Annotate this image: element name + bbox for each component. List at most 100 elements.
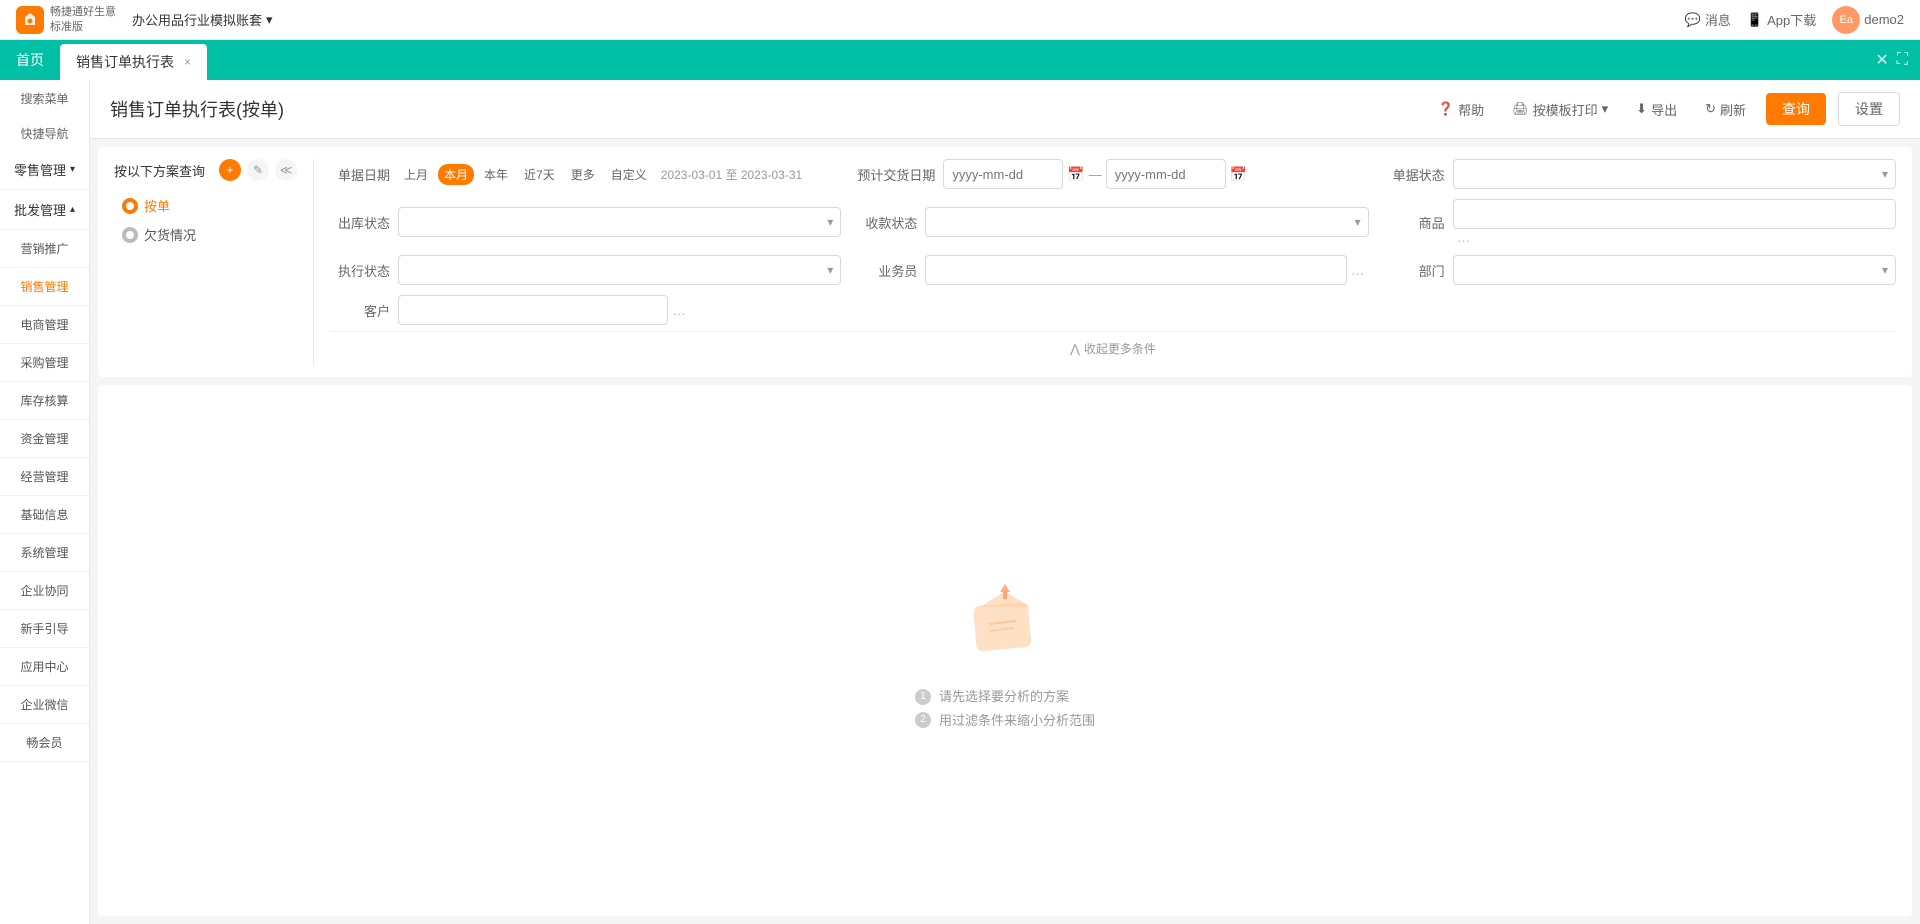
edit-icon: ✎ xyxy=(253,163,263,177)
filter-order-status-field: 单据状态 xyxy=(1385,159,1896,189)
export-label: 导出 xyxy=(1651,100,1677,119)
page-title: 销售订单执行表(按单) xyxy=(110,96,284,122)
sidebar-item-retail-mgmt[interactable]: 零售管理 ▾ xyxy=(0,150,89,190)
settings-btn[interactable]: 设置 xyxy=(1838,92,1900,126)
expected-delivery-to-input[interactable] xyxy=(1106,159,1226,189)
company-name: 办公用品行业模拟账套 xyxy=(132,10,262,29)
collapse-label: 收起更多条件 xyxy=(1084,340,1156,357)
edit-scheme-btn[interactable]: ✎ xyxy=(247,159,269,181)
customer-more-icon[interactable]: … xyxy=(668,302,690,318)
customer-input[interactable] xyxy=(398,295,668,325)
delivery-status-select-wrap xyxy=(398,207,841,237)
calendar-to-icon: 📅 xyxy=(1230,166,1247,183)
sidebar-item-wholesale-mgmt[interactable]: 批发管理 ▴ xyxy=(0,190,89,230)
sidebar-item-enterprise[interactable]: 企业协同 xyxy=(0,572,89,610)
export-btn[interactable]: ⬇ 导出 xyxy=(1628,96,1685,123)
tab-home[interactable]: 首页 xyxy=(0,40,60,80)
filter-rows: 单据日期 上月 本月 本年 近7天 更多 自定义 2023-03-01 至 20… xyxy=(330,159,1896,325)
scheme-item-debt[interactable]: 欠货情况 xyxy=(114,220,297,249)
search-btn[interactable]: 查询 xyxy=(1766,93,1826,125)
salesperson-more-icon[interactable]: … xyxy=(1347,262,1369,278)
chevron-down-icon: ▾ xyxy=(266,12,273,28)
collection-status-select[interactable] xyxy=(925,207,1368,237)
sidebar-item-inventory[interactable]: 库存核算 xyxy=(0,382,89,420)
filter-row-2: 出库状态 收款状态 xyxy=(330,199,1896,245)
filter-scheme-panel: 按以下方案查询 + ✎ ≪ xyxy=(114,159,314,365)
messages-label: 消息 xyxy=(1705,10,1731,29)
delivery-status-label: 出库状态 xyxy=(330,213,390,232)
collection-status-select-wrap xyxy=(925,207,1368,237)
filter-delivery-status-field: 出库状态 xyxy=(330,207,841,237)
arrow-left-icon: ≪ xyxy=(280,163,293,177)
goods-label: 商品 xyxy=(1385,213,1445,232)
execution-status-select[interactable] xyxy=(398,255,841,285)
purchase-label: 采购管理 xyxy=(20,356,68,370)
filter-collection-status-field: 收款状态 xyxy=(857,207,1368,237)
sidebar-item-finance[interactable]: 资金管理 xyxy=(0,420,89,458)
top-bar-right: 💬 消息 📱 App下载 Ea demo2 xyxy=(1685,6,1904,34)
sidebar-item-operations[interactable]: 经营管理 xyxy=(0,458,89,496)
refresh-label: 刷新 xyxy=(1720,100,1746,119)
sidebar-item-basic-info[interactable]: 基础信息 xyxy=(0,496,89,534)
page-actions: ❓ 帮助 🖨 按模板打印 ▾ ⬇ 导出 ↻ 刷新 查询 设置 xyxy=(1430,92,1900,126)
dept-select[interactable] xyxy=(1453,255,1896,285)
app-download-btn[interactable]: 📱 App下载 xyxy=(1747,10,1816,29)
logo-box: 畅捷通好生意 标准版 xyxy=(16,5,116,34)
operations-label: 经营管理 xyxy=(20,470,68,484)
date-field-label: 单据日期 xyxy=(330,165,390,184)
messages-btn[interactable]: 💬 消息 xyxy=(1685,10,1731,29)
tab-close-icon[interactable]: × xyxy=(184,55,191,69)
shortcut-this-month[interactable]: 本月 xyxy=(438,164,474,185)
sidebar-item-search-menu[interactable]: 搜索菜单 xyxy=(0,80,89,117)
minimize-icon[interactable]: ✕ xyxy=(1875,50,1888,70)
collapse-bar[interactable]: ⋀ 收起更多条件 xyxy=(330,331,1896,365)
help-btn[interactable]: ❓ 帮助 xyxy=(1430,96,1492,123)
user-profile-btn[interactable]: Ea demo2 xyxy=(1832,6,1904,34)
sidebar-item-app-center[interactable]: 应用中心 xyxy=(0,648,89,686)
sidebar-item-purchase[interactable]: 采购管理 xyxy=(0,344,89,382)
main-layout: 搜索菜单 快捷导航 零售管理 ▾ 批发管理 ▴ 营销推广 销售管理 电商管理 采… xyxy=(0,80,1920,924)
sidebar-item-quick-nav[interactable]: 快捷导航 xyxy=(0,117,89,150)
scheme-item-order[interactable]: 按单 xyxy=(114,191,297,220)
collection-status-label: 收款状态 xyxy=(857,213,917,232)
empty-state-text: 1 请先选择要分析的方案 2 用过滤条件来缩小分析范围 xyxy=(915,685,1095,732)
sidebar-item-marketing[interactable]: 营销推广 xyxy=(0,230,89,268)
app-center-label: 应用中心 xyxy=(20,660,68,674)
customer-control: … xyxy=(398,295,690,325)
tab-sales-order[interactable]: 销售订单执行表 × xyxy=(60,44,207,80)
delivery-status-select[interactable] xyxy=(398,207,841,237)
add-scheme-btn[interactable]: + xyxy=(219,159,241,181)
goods-more-icon[interactable]: … xyxy=(1453,229,1475,245)
sidebar-item-enterprise-wechat[interactable]: 企业微信 xyxy=(0,686,89,724)
shortcut-more[interactable]: 更多 xyxy=(565,164,601,185)
filter-row-3: 执行状态 业务员 xyxy=(330,255,1896,285)
filter-fields: 单据日期 上月 本月 本年 近7天 更多 自定义 2023-03-01 至 20… xyxy=(314,159,1896,365)
enterprise-label: 企业协同 xyxy=(20,584,68,598)
refresh-btn[interactable]: ↻ 刷新 xyxy=(1697,96,1754,123)
sidebar-item-sales-mgmt[interactable]: 销售管理 xyxy=(0,268,89,306)
goods-control: … xyxy=(1453,199,1896,245)
order-status-select[interactable] xyxy=(1453,159,1896,189)
step-2-text: 用过滤条件来缩小分析范围 xyxy=(939,709,1095,732)
shortcut-this-year[interactable]: 本年 xyxy=(478,164,514,185)
shortcut-7days[interactable]: 近7天 xyxy=(518,164,561,185)
sidebar-item-ecommerce[interactable]: 电商管理 xyxy=(0,306,89,344)
filter-section: 按以下方案查询 + ✎ ≪ xyxy=(114,159,1896,365)
shortcut-custom[interactable]: 自定义 xyxy=(605,164,653,185)
expected-delivery-from-input[interactable] xyxy=(943,159,1063,189)
step-1-text: 请先选择要分析的方案 xyxy=(939,685,1069,708)
shortcut-last-month[interactable]: 上月 xyxy=(398,164,434,185)
filter-row-1: 单据日期 上月 本月 本年 近7天 更多 自定义 2023-03-01 至 20… xyxy=(330,159,1896,189)
sidebar-item-system[interactable]: 系统管理 xyxy=(0,534,89,572)
filter-dept-field: 部门 xyxy=(1385,255,1896,285)
collapse-scheme-btn[interactable]: ≪ xyxy=(275,159,297,181)
maximize-icon[interactable]: ⛶ xyxy=(1897,51,1908,69)
content-area: 销售订单执行表(按单) ❓ 帮助 🖨 按模板打印 ▾ ⬇ 导出 ↻ 刷新 xyxy=(90,80,1920,924)
company-selector[interactable]: 办公用品行业模拟账套 ▾ xyxy=(124,6,281,33)
sidebar-item-newbie[interactable]: 新手引导 xyxy=(0,610,89,648)
salesperson-input[interactable] xyxy=(925,255,1346,285)
export-icon: ⬇ xyxy=(1636,101,1647,117)
print-btn[interactable]: 🖨 按模板打印 ▾ xyxy=(1504,96,1616,123)
sidebar-item-member[interactable]: 畅会员 xyxy=(0,724,89,762)
goods-input[interactable] xyxy=(1453,199,1896,229)
